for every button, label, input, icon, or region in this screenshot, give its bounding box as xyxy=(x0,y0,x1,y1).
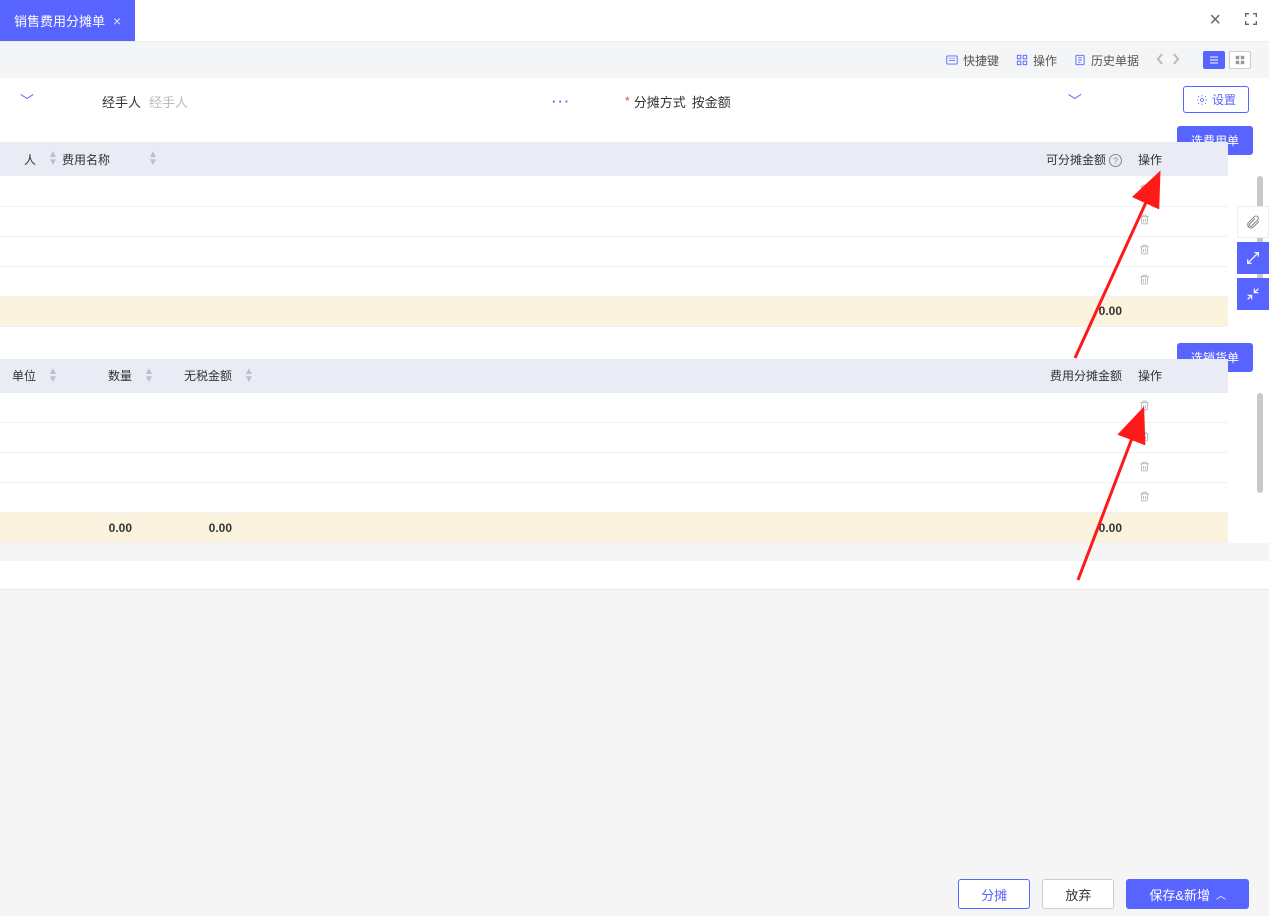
trash-icon[interactable] xyxy=(1138,215,1151,229)
table-row[interactable] xyxy=(0,236,1228,266)
tab-close-icon[interactable]: × xyxy=(113,13,121,29)
form-header: ﹀ 经手人 经手人 ··· * 分摊方式 按金额 ﹀ 设置 xyxy=(0,78,1269,124)
side-dock xyxy=(1237,206,1269,310)
expense-table: 人 ▲▼ 费用名称 ▲▼ 可分摊金额? xyxy=(0,142,1228,327)
col-qty[interactable]: ▲▼ 数量 xyxy=(44,359,140,393)
table-row[interactable] xyxy=(0,483,1228,513)
sort-icon[interactable]: ▲▼ xyxy=(144,368,154,384)
table-row[interactable] xyxy=(0,266,1228,296)
table-row[interactable] xyxy=(0,453,1228,483)
close-icon[interactable]: × xyxy=(1201,9,1229,32)
sales-section: 选销货单 单位 ▲▼ 数量 ▲▼ xyxy=(0,327,1269,544)
sum-amount: 0.00 xyxy=(1026,296,1130,326)
operate-button[interactable]: 操作 xyxy=(1015,52,1057,69)
table-sum-row: 0.00 0.00 0.00 xyxy=(0,513,1228,543)
method-select[interactable]: 按金额 ﹀ xyxy=(692,91,1082,111)
toolbar: 快捷键 操作 历史单据 xyxy=(0,42,1269,78)
shortcut-label: 快捷键 xyxy=(963,52,999,69)
handler-field: 经手人 经手人 ··· xyxy=(102,87,577,115)
col-allocatable-amount[interactable]: 可分摊金额? xyxy=(1026,142,1130,176)
settings-label: 设置 xyxy=(1212,91,1236,108)
allocate-button[interactable]: 分摊 xyxy=(958,879,1030,909)
sales-table: 单位 ▲▼ 数量 ▲▼ 无税金额 ▲▼ xyxy=(0,359,1228,544)
tab-title: 销售费用分摊单 xyxy=(14,11,105,30)
trash-icon[interactable] xyxy=(1138,275,1151,289)
trash-icon[interactable] xyxy=(1138,492,1151,506)
method-value: 按金额 xyxy=(692,92,731,111)
chevron-down-icon[interactable]: ﹀ xyxy=(20,91,34,111)
sort-icon[interactable]: ▲▼ xyxy=(244,368,254,384)
col-blank2[interactable]: ▲▼ xyxy=(240,359,1026,393)
col-expense-name[interactable]: ▲▼ 费用名称 xyxy=(44,142,144,176)
history-label: 历史单据 xyxy=(1091,52,1139,69)
sum-alloc: 0.00 xyxy=(1026,513,1130,543)
sum-qty: 0.00 xyxy=(44,513,140,543)
expense-section: 选费用单 人 ▲▼ 费用名称 xyxy=(0,124,1269,327)
handler-label: 经手人 xyxy=(102,92,141,111)
table-sum-row: 0.00 xyxy=(0,296,1228,326)
footer-actions: 分摊 放弃 保存&新增 ︿ xyxy=(0,872,1269,916)
col-notax[interactable]: ▲▼ 无税金额 xyxy=(140,359,240,393)
required-mark: * xyxy=(625,94,630,108)
view-grid-button[interactable] xyxy=(1229,51,1251,69)
fullscreen-icon[interactable] xyxy=(1243,11,1259,30)
table-row[interactable] xyxy=(0,393,1228,423)
history-button[interactable]: 历史单据 xyxy=(1073,52,1139,69)
handler-input[interactable]: 经手人 ··· xyxy=(147,87,577,115)
record-nav xyxy=(1155,52,1181,69)
trash-icon[interactable] xyxy=(1138,432,1151,446)
sort-icon[interactable]: ▲▼ xyxy=(48,151,58,167)
prev-record-icon[interactable] xyxy=(1155,52,1165,69)
settings-button[interactable]: 设置 xyxy=(1183,86,1249,113)
table-row[interactable] xyxy=(0,423,1228,453)
discard-button[interactable]: 放弃 xyxy=(1042,879,1114,909)
method-field: * 分摊方式 按金额 ﹀ xyxy=(625,91,1082,111)
sort-icon[interactable]: ▲▼ xyxy=(48,368,58,384)
expand-in-icon[interactable] xyxy=(1237,278,1269,310)
trash-icon[interactable] xyxy=(1138,401,1151,415)
tab-active[interactable]: 销售费用分摊单 × xyxy=(0,0,135,41)
scrollbar[interactable] xyxy=(1257,393,1263,493)
col-alloc-amount[interactable]: 费用分摊金额 xyxy=(1026,359,1130,393)
shortcut-button[interactable]: 快捷键 xyxy=(945,52,999,69)
view-list-button[interactable] xyxy=(1203,51,1225,69)
col-blank[interactable]: ▲▼ xyxy=(144,142,1026,176)
method-label: 分摊方式 xyxy=(634,92,686,111)
col-unit[interactable]: 单位 xyxy=(0,359,44,393)
trash-icon[interactable] xyxy=(1138,185,1151,199)
save-new-label: 保存&新增 xyxy=(1149,885,1210,904)
trash-icon[interactable] xyxy=(1138,462,1151,476)
trash-icon[interactable] xyxy=(1138,245,1151,259)
info-icon[interactable]: ? xyxy=(1109,154,1122,167)
table-row[interactable] xyxy=(0,176,1228,206)
attachment-icon[interactable] xyxy=(1237,206,1269,238)
sum-notax: 0.00 xyxy=(140,513,240,543)
expand-out-icon[interactable] xyxy=(1237,242,1269,274)
save-new-button[interactable]: 保存&新增 ︿ xyxy=(1126,879,1249,909)
operate-label: 操作 xyxy=(1033,52,1057,69)
tab-bar: 销售费用分摊单 × × xyxy=(0,0,1269,42)
more-icon[interactable]: ··· xyxy=(546,94,577,109)
next-record-icon[interactable] xyxy=(1171,52,1181,69)
table-row[interactable] xyxy=(0,206,1228,236)
handler-placeholder: 经手人 xyxy=(149,92,188,111)
chevron-up-icon: ︿ xyxy=(1216,887,1226,902)
chevron-down-icon[interactable]: ﹀ xyxy=(1068,91,1082,111)
col-operate: 操作 xyxy=(1130,359,1228,393)
col-operate: 操作 xyxy=(1130,142,1228,176)
sort-icon[interactable]: ▲▼ xyxy=(148,151,158,167)
col-person[interactable]: 人 xyxy=(0,142,44,176)
